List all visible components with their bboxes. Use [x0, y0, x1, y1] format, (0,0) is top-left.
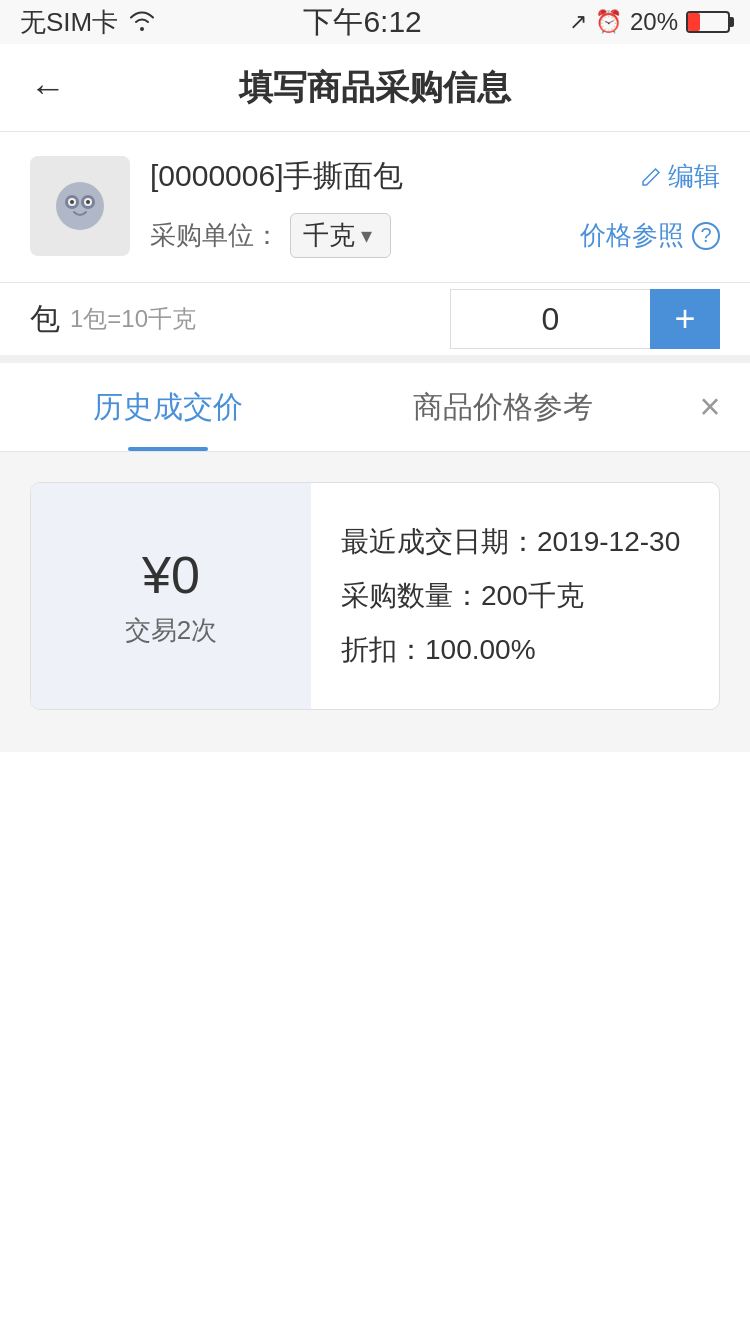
price-card: ¥0 交易2次 最近成交日期：2019-12-30 采购数量：200千克 折扣：…	[30, 482, 720, 710]
header: ← 填写商品采购信息	[0, 44, 750, 132]
recent-date: 最近成交日期：2019-12-30	[341, 523, 689, 561]
quantity-input[interactable]	[450, 289, 650, 349]
help-icon: ?	[692, 222, 720, 250]
edit-label: 编辑	[668, 159, 720, 194]
edit-button[interactable]: 编辑	[640, 159, 720, 194]
price-ref-label: 价格参照	[580, 218, 684, 253]
unit-selector-group: 采购单位： 千克 ▾	[150, 213, 391, 258]
history-price-content: ¥0 交易2次 最近成交日期：2019-12-30 采购数量：200千克 折扣：…	[0, 452, 750, 752]
tab-product-price-ref[interactable]: 商品价格参考	[335, 363, 670, 451]
svg-point-5	[70, 200, 74, 204]
page-title: 填写商品采购信息	[239, 65, 511, 111]
price-summary: ¥0 交易2次	[31, 483, 311, 709]
location-icon: ↗	[569, 9, 587, 35]
tab-history-price[interactable]: 历史成交价	[0, 363, 335, 451]
unit-value: 千克	[303, 218, 355, 253]
product-header-row: [0000006]手撕面包 编辑	[150, 156, 720, 197]
price-details: 最近成交日期：2019-12-30 采购数量：200千克 折扣：100.00%	[311, 483, 719, 709]
product-unit-row: 采购单位： 千克 ▾ 价格参照 ?	[150, 213, 720, 258]
price-reference-button[interactable]: 价格参照 ?	[580, 218, 720, 253]
unit-label: 采购单位：	[150, 218, 280, 253]
tab-close-button[interactable]: ×	[670, 363, 750, 451]
status-left: 无SIM卡	[20, 5, 156, 40]
status-right: ↗ ⏰ 20%	[569, 8, 730, 36]
carrier-text: 无SIM卡	[20, 5, 118, 40]
tabs-container: 历史成交价 商品价格参考 ×	[0, 363, 750, 452]
bottom-space	[0, 752, 750, 1334]
product-image	[30, 156, 130, 256]
quantity-plus-button[interactable]: +	[650, 289, 720, 349]
svg-point-6	[86, 200, 90, 204]
svg-point-0	[56, 182, 104, 230]
battery-text: 20%	[630, 8, 678, 36]
product-info: [0000006]手撕面包 编辑 采购单位： 千克 ▾ 价格参照 ?	[150, 156, 720, 258]
purchase-quantity: 采购数量：200千克	[341, 577, 689, 615]
tab-price-ref-label: 商品价格参考	[413, 387, 593, 428]
status-bar: 无SIM卡 下午6:12 ↗ ⏰ 20%	[0, 0, 750, 44]
trade-count: 交易2次	[125, 613, 217, 648]
back-button[interactable]: ←	[30, 67, 66, 109]
tab-history-label: 历史成交价	[93, 387, 243, 428]
unit-select[interactable]: 千克 ▾	[290, 213, 391, 258]
discount: 折扣：100.00%	[341, 631, 689, 669]
tab-active-indicator	[128, 447, 208, 451]
quantity-conversion: 1包=10千克	[70, 303, 196, 335]
product-name: [0000006]手撕面包	[150, 156, 403, 197]
dropdown-arrow-icon: ▾	[361, 223, 372, 249]
wifi-icon	[128, 7, 156, 38]
quantity-label: 包 1包=10千克	[30, 299, 196, 340]
quantity-section: 包 1包=10千克 +	[0, 283, 750, 363]
alarm-icon: ⏰	[595, 9, 622, 35]
tabs-header: 历史成交价 商品价格参考 ×	[0, 363, 750, 451]
product-card: [0000006]手撕面包 编辑 采购单位： 千克 ▾ 价格参照 ?	[0, 132, 750, 283]
quantity-unit-badge: 包	[30, 299, 60, 340]
quantity-control: +	[450, 289, 720, 349]
battery-icon	[686, 11, 730, 33]
price-amount: ¥0	[142, 545, 200, 605]
status-time: 下午6:12	[303, 2, 421, 43]
